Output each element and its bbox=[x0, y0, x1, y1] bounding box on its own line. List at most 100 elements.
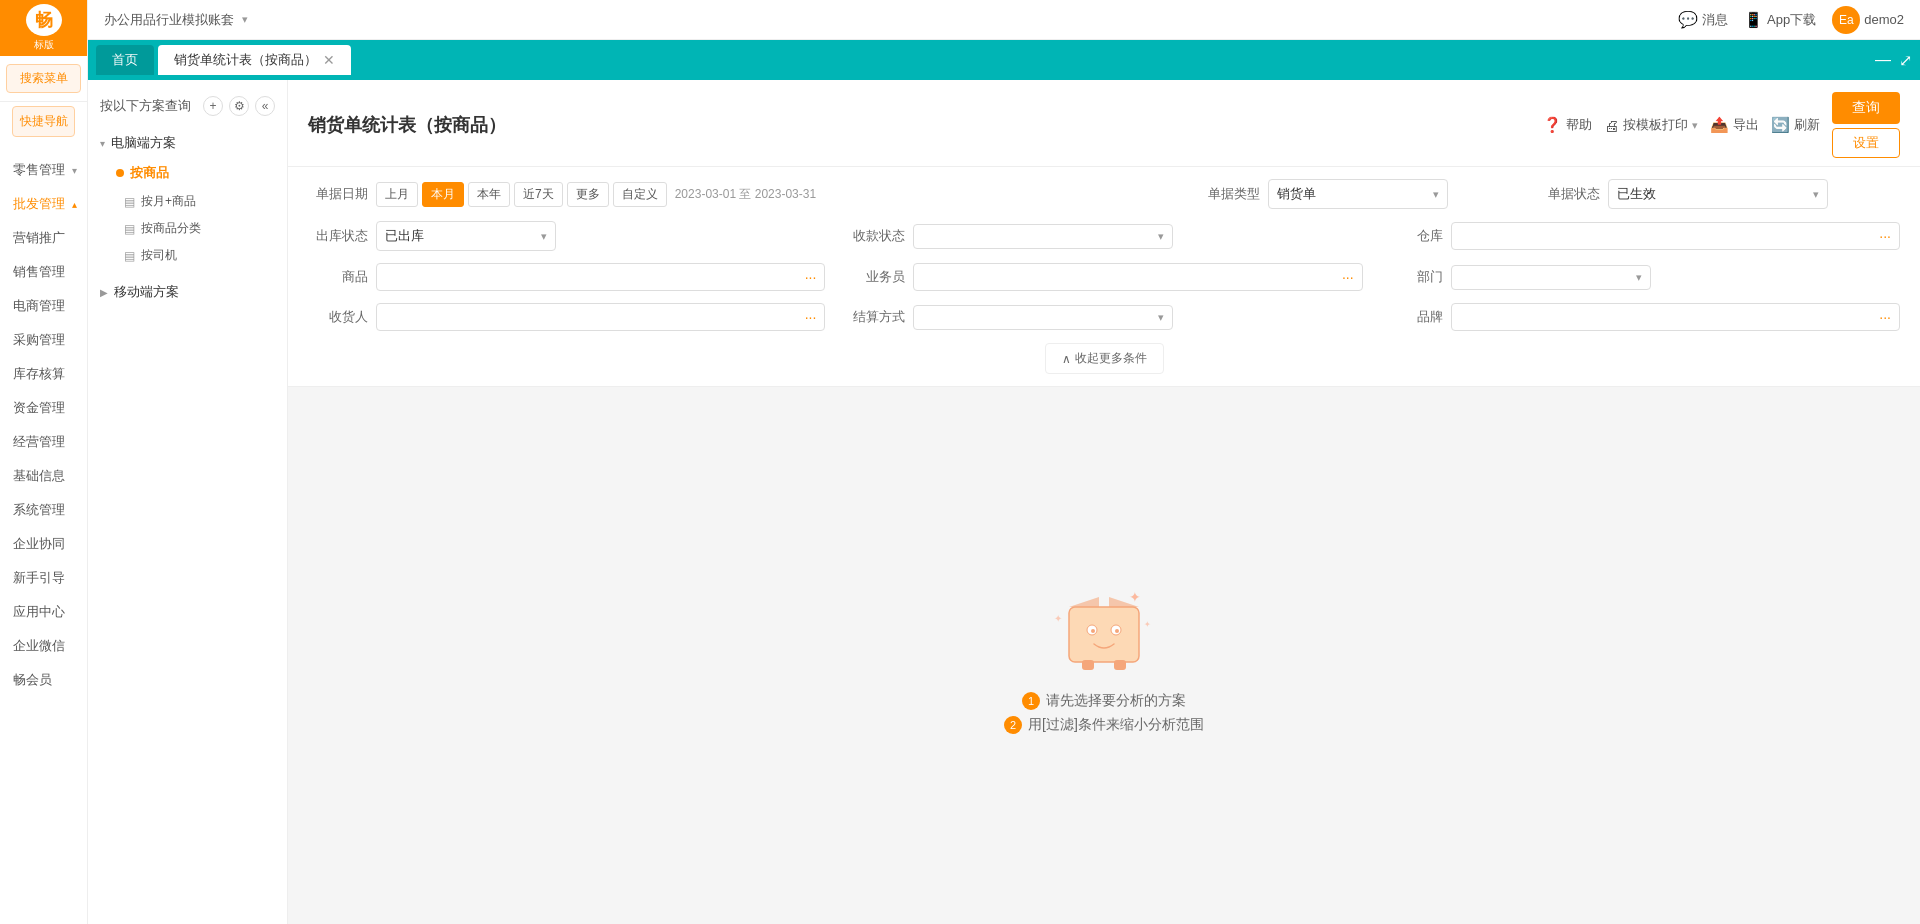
sidebar-item-purchase[interactable]: 采购管理 bbox=[0, 323, 87, 357]
sidebar-item-wholesale[interactable]: 批发管理 ▴ bbox=[0, 187, 87, 221]
minimize-icon[interactable]: — bbox=[1875, 51, 1891, 70]
wechat-label: 企业微信 bbox=[13, 637, 65, 655]
user-avatar: Ea bbox=[1832, 6, 1860, 34]
sidebar-item-newbie[interactable]: 新手引导 bbox=[0, 561, 87, 595]
collapse-label: 收起更多条件 bbox=[1075, 350, 1147, 367]
refresh-button[interactable]: 🔄 刷新 bbox=[1771, 116, 1820, 134]
hint-2-text: 用[过滤]条件来缩小分析范围 bbox=[1028, 716, 1204, 734]
print-dropdown-icon[interactable]: ▾ bbox=[1692, 119, 1698, 132]
product-dots[interactable]: ··· bbox=[805, 269, 817, 285]
app-download-button[interactable]: 📱 App下载 bbox=[1744, 11, 1816, 29]
workspace-dropdown[interactable]: ▾ bbox=[242, 13, 248, 26]
date-more[interactable]: 更多 bbox=[567, 182, 609, 207]
help-button[interactable]: ❓ 帮助 bbox=[1543, 116, 1592, 134]
sidebar-item-ecommerce[interactable]: 电商管理 bbox=[0, 289, 87, 323]
right-panel: 销货单统计表（按商品） ❓ 帮助 🖨 按模板打印 ▾ 📤 导出 bbox=[288, 80, 1920, 924]
mobile-section-arrow: ▶ bbox=[100, 287, 108, 298]
tab-home[interactable]: 首页 bbox=[96, 45, 154, 75]
doc-type-value: 销货单 bbox=[1277, 185, 1316, 203]
sidebar-item-inventory[interactable]: 库存核算 bbox=[0, 357, 87, 391]
product-category-label: 按商品分类 bbox=[141, 220, 201, 237]
export-button[interactable]: 📤 导出 bbox=[1710, 116, 1759, 134]
salesperson-dots[interactable]: ··· bbox=[1342, 269, 1354, 285]
header-left: 办公用品行业模拟账套 ▾ bbox=[104, 11, 248, 29]
sidebar-item-marketing[interactable]: 营销推广 bbox=[0, 221, 87, 255]
date-7days[interactable]: 近7天 bbox=[514, 182, 563, 207]
query-button[interactable]: 查询 bbox=[1832, 92, 1900, 124]
collapse-filters-button[interactable]: ∧ 收起更多条件 bbox=[1045, 343, 1164, 374]
pc-section-header[interactable]: ▾ 电脑端方案 bbox=[88, 128, 287, 158]
sidebar-item-finance[interactable]: 资金管理 bbox=[0, 391, 87, 425]
user-menu[interactable]: Ea demo2 bbox=[1832, 6, 1904, 34]
settings-button[interactable]: 设置 bbox=[1832, 128, 1900, 158]
warehouse-dots[interactable]: ··· bbox=[1879, 228, 1891, 244]
sidebar-item-enterprise[interactable]: 企业协同 bbox=[0, 527, 87, 561]
out-status-select[interactable]: 已出库 ▾ bbox=[376, 221, 556, 251]
active-tab-label: 销货单统计表（按商品） bbox=[174, 51, 317, 69]
page-title: 销货单统计表（按商品） bbox=[308, 113, 506, 137]
sidebar-item-wechat[interactable]: 企业微信 bbox=[0, 629, 87, 663]
scheme-panel: 按以下方案查询 + ⚙ « ▾ 电脑端方案 按商品 bbox=[88, 80, 288, 924]
print-label: 按模板打印 bbox=[1623, 116, 1688, 134]
pc-section-label: 电脑端方案 bbox=[111, 134, 176, 152]
sidebar-item-basic[interactable]: 基础信息 bbox=[0, 459, 87, 493]
filter-product: 商品 ··· bbox=[308, 263, 825, 291]
doc-type-label: 单据类型 bbox=[1200, 185, 1260, 203]
settlement-arrow: ▾ bbox=[1158, 311, 1164, 324]
collect-status-select[interactable]: ▾ bbox=[913, 224, 1173, 249]
ecommerce-label: 电商管理 bbox=[13, 297, 65, 315]
mobile-scheme-section: ▶ 移动端方案 bbox=[88, 273, 287, 311]
hint-1-text: 请先选择要分析的方案 bbox=[1046, 692, 1186, 710]
recipient-dots[interactable]: ··· bbox=[805, 309, 817, 325]
sidebar-item-retail[interactable]: 零售管理 ▾ bbox=[0, 153, 87, 187]
filter-section: 单据日期 上月 本月 本年 近7天 更多 自定义 2023-03-01 至 20… bbox=[288, 167, 1920, 387]
collect-status-arrow: ▾ bbox=[1158, 230, 1164, 243]
date-last-month[interactable]: 上月 bbox=[376, 182, 418, 207]
date-this-month[interactable]: 本月 bbox=[422, 182, 464, 207]
department-select[interactable]: ▾ bbox=[1451, 265, 1651, 290]
close-tab-icon[interactable]: ✕ bbox=[323, 52, 335, 68]
doc-type-select[interactable]: 销货单 ▾ bbox=[1268, 179, 1448, 209]
collapse-scheme-button[interactable]: « bbox=[255, 96, 275, 116]
search-menu-button[interactable]: 搜索菜单 bbox=[6, 64, 81, 93]
print-icon: 🖨 bbox=[1604, 117, 1619, 134]
date-this-year[interactable]: 本年 bbox=[468, 182, 510, 207]
logo-area: 畅 标版 bbox=[0, 0, 87, 56]
sidebar-item-sales[interactable]: 销售管理 bbox=[0, 255, 87, 289]
date-custom[interactable]: 自定义 bbox=[613, 182, 667, 207]
purchase-label: 采购管理 bbox=[13, 331, 65, 349]
member-label: 畅会员 bbox=[13, 671, 52, 689]
settlement-select[interactable]: ▾ bbox=[913, 305, 1173, 330]
scheme-sub-item-cashier[interactable]: ▤ 按司机 bbox=[88, 242, 287, 269]
filter-out-status: 出库状态 已出库 ▾ bbox=[308, 221, 825, 251]
tab-active[interactable]: 销货单统计表（按商品） ✕ bbox=[158, 45, 351, 75]
scheme-sub-item-product-category[interactable]: ▤ 按商品分类 bbox=[88, 215, 287, 242]
doc-status-select[interactable]: 已生效 ▾ bbox=[1608, 179, 1828, 209]
user-name: demo2 bbox=[1864, 12, 1904, 27]
step-1-icon: 1 bbox=[1022, 692, 1040, 710]
maximize-icon[interactable]: ⤢ bbox=[1899, 51, 1912, 70]
sidebar-item-operation[interactable]: 经营管理 bbox=[0, 425, 87, 459]
sidebar-item-system[interactable]: 系统管理 bbox=[0, 493, 87, 527]
message-button[interactable]: 💬 消息 bbox=[1678, 10, 1728, 29]
scheme-item-by-product[interactable]: 按商品 bbox=[88, 158, 287, 188]
main-area: 办公用品行业模拟账套 ▾ 💬 消息 📱 App下载 Ea demo2 首页 销货… bbox=[88, 0, 1920, 924]
basic-label: 基础信息 bbox=[13, 467, 65, 485]
sidebar-item-apps[interactable]: 应用中心 bbox=[0, 595, 87, 629]
doc-type-arrow: ▾ bbox=[1433, 188, 1439, 201]
add-scheme-button[interactable]: + bbox=[203, 96, 223, 116]
brand-dots[interactable]: ··· bbox=[1879, 309, 1891, 325]
month-product-icon: ▤ bbox=[124, 195, 135, 209]
cashier-label: 按司机 bbox=[141, 247, 177, 264]
mobile-section-header[interactable]: ▶ 移动端方案 bbox=[88, 277, 287, 307]
filter-date: 单据日期 上月 本月 本年 近7天 更多 自定义 2023-03-01 至 20… bbox=[308, 182, 1180, 207]
filter-warehouse: 仓库 ··· bbox=[1383, 222, 1900, 250]
print-button[interactable]: 🖨 按模板打印 ▾ bbox=[1604, 116, 1698, 134]
tab-bar: 首页 销货单统计表（按商品） ✕ — ⤢ bbox=[88, 40, 1920, 80]
by-product-label: 按商品 bbox=[130, 164, 169, 182]
warehouse-label: 仓库 bbox=[1383, 227, 1443, 245]
settings-scheme-button[interactable]: ⚙ bbox=[229, 96, 249, 116]
sidebar-item-member[interactable]: 畅会员 bbox=[0, 663, 87, 697]
quick-nav-button[interactable]: 快捷导航 bbox=[12, 106, 75, 137]
scheme-sub-item-month-product[interactable]: ▤ 按月+商品 bbox=[88, 188, 287, 215]
